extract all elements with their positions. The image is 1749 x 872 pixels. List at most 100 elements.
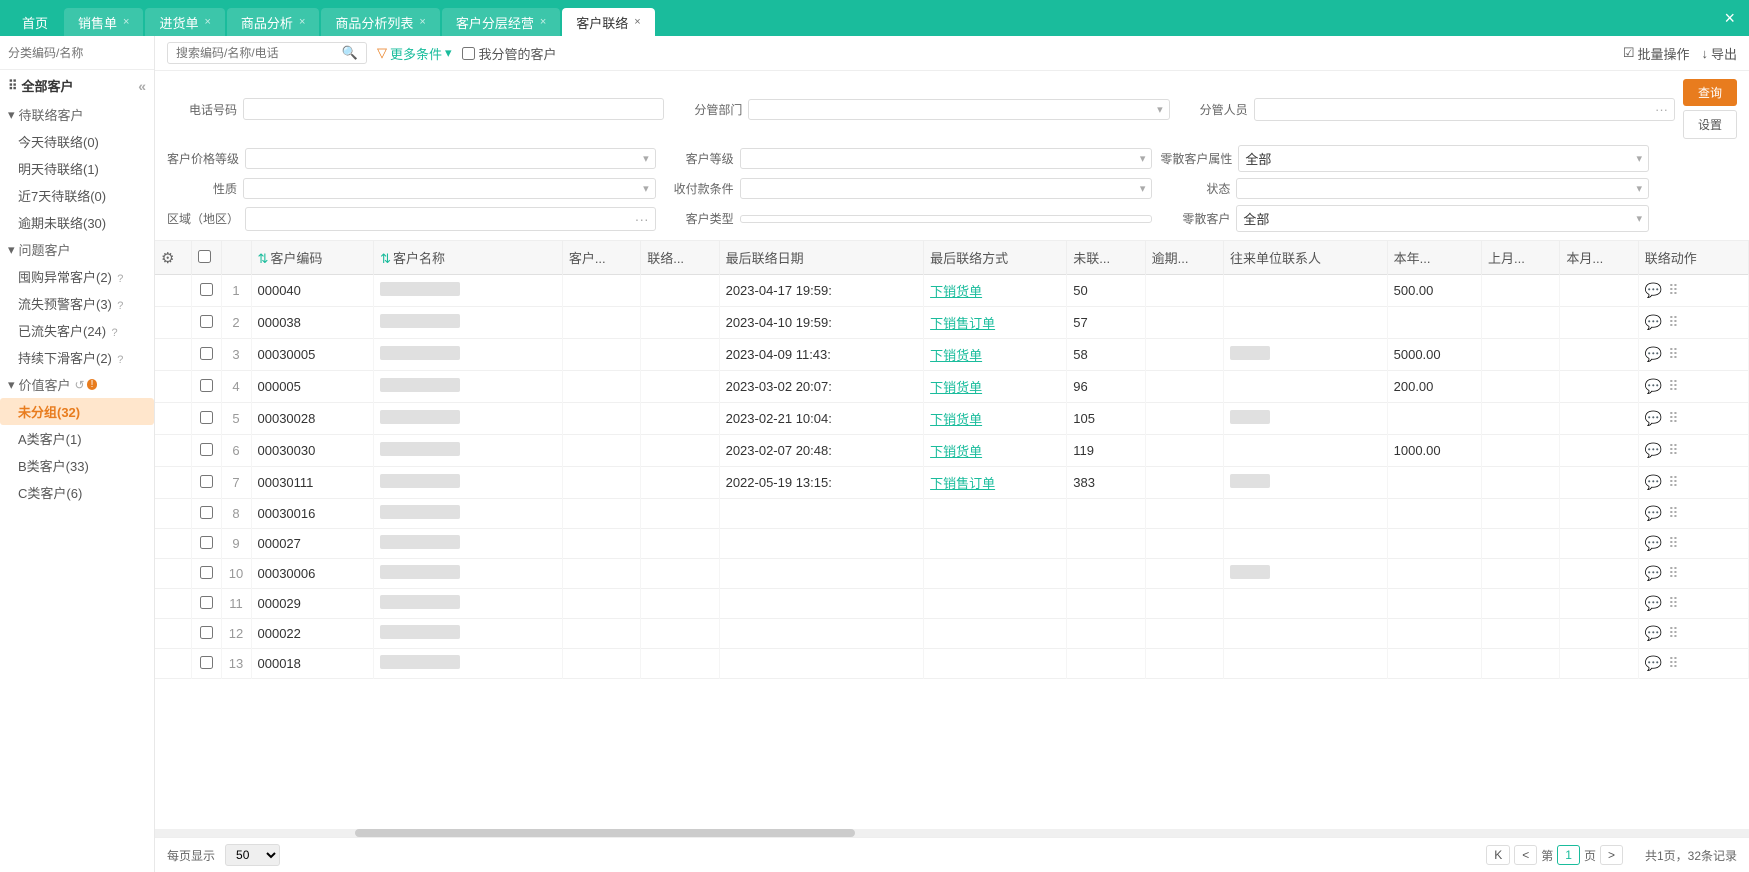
row-checkbox[interactable] <box>200 411 213 424</box>
sidebar-item-ungroup[interactable]: 未分组(32) <box>0 398 154 425</box>
sidebar-item-tomorrow-pending[interactable]: 明天待联络(1) <box>0 155 154 182</box>
row-checkbox[interactable] <box>200 315 213 328</box>
tab-customer-contact[interactable]: 客户联络 × <box>562 8 654 36</box>
chat-icon[interactable]: 💬 <box>1645 410 1662 427</box>
settings-column-header[interactable]: ⚙ <box>155 241 191 275</box>
collapse-icon[interactable]: « <box>138 78 146 94</box>
phone-input[interactable] <box>243 98 664 120</box>
price-level-select[interactable]: ▾ <box>245 148 656 169</box>
row-checkbox[interactable] <box>200 475 213 488</box>
sidebar-item-a-type[interactable]: A类客户(1) <box>0 425 154 452</box>
last-method-link[interactable]: 下销售订单 <box>930 476 995 491</box>
last-method-link[interactable]: 下销货单 <box>930 412 982 427</box>
customer-level-select[interactable]: ▾ <box>740 148 1153 169</box>
settings-icon[interactable]: ⚙ <box>161 250 174 267</box>
my-customer-checkbox[interactable] <box>462 47 475 60</box>
sidebar-item-overdue-pending[interactable]: 逾期未联络(30) <box>0 209 154 236</box>
chat-icon[interactable]: 💬 <box>1645 378 1662 395</box>
row-checkbox[interactable] <box>200 656 213 669</box>
sidebar-item-b-type[interactable]: B类客户(33) <box>0 452 154 479</box>
per-page-select[interactable]: 50 100 200 <box>225 844 280 866</box>
sidebar-item-today-pending[interactable]: 今天待联络(0) <box>0 128 154 155</box>
row-checkbox[interactable] <box>200 379 213 392</box>
tab-sales[interactable]: 销售单 × <box>64 8 143 36</box>
more-actions-icon[interactable]: ⠿ <box>1668 474 1678 491</box>
more-actions-icon[interactable]: ⠿ <box>1668 655 1678 672</box>
more-actions-icon[interactable]: ⠿ <box>1668 282 1678 299</box>
row-checkbox[interactable] <box>200 626 213 639</box>
sidebar-search-input[interactable] <box>8 46 155 60</box>
select-all-checkbox[interactable] <box>198 250 211 263</box>
chat-icon[interactable]: 💬 <box>1645 474 1662 491</box>
sort-name-icon[interactable]: ⇅ <box>380 251 391 266</box>
payment-select[interactable]: ▾ <box>740 178 1153 199</box>
customer-type-select[interactable] <box>740 215 1153 223</box>
chat-icon[interactable]: 💬 <box>1645 535 1662 552</box>
horizontal-scrollbar[interactable] <box>155 829 1749 837</box>
row-checkbox[interactable] <box>200 443 213 456</box>
sidebar-group-pending[interactable]: ▾ 待联络客户 <box>0 101 154 128</box>
row-checkbox[interactable] <box>200 566 213 579</box>
filter-search-icon[interactable]: 🔍 <box>342 45 358 61</box>
tab-home[interactable]: 首页 <box>8 8 62 36</box>
chat-icon[interactable]: 💬 <box>1645 346 1662 363</box>
batch-operation-button[interactable]: ☑ 批量操作 <box>1623 44 1690 63</box>
chat-icon[interactable]: 💬 <box>1645 625 1662 642</box>
export-button[interactable]: ↓ 导出 <box>1701 44 1737 63</box>
close-purchase-icon[interactable]: × <box>204 16 210 28</box>
close-goods-analysis-list-icon[interactable]: × <box>419 16 425 28</box>
sidebar-item-churned[interactable]: 已流失客户(24) ? <box>0 317 154 344</box>
query-button[interactable]: 查询 <box>1683 79 1737 106</box>
manager-select[interactable]: ··· <box>1254 98 1675 121</box>
scatter-customer-select[interactable]: 全部 ▾ <box>1236 205 1649 232</box>
nature-select[interactable]: ▾ <box>243 178 656 199</box>
tab-goods-analysis[interactable]: 商品分析 × <box>227 8 319 36</box>
sidebar-item-c-type[interactable]: C类客户(6) <box>0 479 154 506</box>
more-filter-button[interactable]: ▽ 更多条件 ▾ <box>377 44 452 63</box>
close-all-tabs-button[interactable]: × <box>1718 8 1741 29</box>
more-actions-icon[interactable]: ⠿ <box>1668 595 1678 612</box>
more-actions-icon[interactable]: ⠿ <box>1668 314 1678 331</box>
last-method-link[interactable]: 下销货单 <box>930 380 982 395</box>
next-page-button[interactable]: > <box>1600 845 1623 865</box>
sidebar-group-problem[interactable]: ▾ 问题客户 <box>0 236 154 263</box>
close-customer-segment-icon[interactable]: × <box>540 16 546 28</box>
close-sales-icon[interactable]: × <box>123 16 129 28</box>
last-method-link[interactable]: 下销货单 <box>930 444 982 459</box>
close-goods-analysis-icon[interactable]: × <box>299 16 305 28</box>
row-checkbox[interactable] <box>200 506 213 519</box>
chat-icon[interactable]: 💬 <box>1645 442 1662 459</box>
row-checkbox[interactable] <box>200 596 213 609</box>
sidebar-group-value[interactable]: ▾ 价值客户 ↺ ! <box>0 371 154 398</box>
more-actions-icon[interactable]: ⠿ <box>1668 410 1678 427</box>
first-page-button[interactable]: K <box>1486 845 1510 865</box>
row-checkbox[interactable] <box>200 536 213 549</box>
sort-icon[interactable]: ⇅ <box>258 251 269 266</box>
last-method-link[interactable]: 下销货单 <box>930 284 982 299</box>
chat-icon[interactable]: 💬 <box>1645 314 1662 331</box>
refresh-icon[interactable]: ↺ <box>75 378 85 392</box>
chat-icon[interactable]: 💬 <box>1645 282 1662 299</box>
row-checkbox[interactable] <box>200 347 213 360</box>
close-customer-contact-icon[interactable]: × <box>634 16 640 28</box>
sidebar-item-churn-warning[interactable]: 流失预警客户(3) ? <box>0 290 154 317</box>
scatter-attr-select[interactable]: 全部 ▾ <box>1238 145 1649 172</box>
sidebar-all-customers[interactable]: ⠿ 全部客户 « <box>0 70 154 101</box>
status-select[interactable]: ▾ <box>1236 178 1649 199</box>
more-actions-icon[interactable]: ⠿ <box>1668 442 1678 459</box>
reset-button[interactable]: 设置 <box>1683 110 1737 139</box>
more-actions-icon[interactable]: ⠿ <box>1668 378 1678 395</box>
sidebar-item-abnormal[interactable]: 囤购异常客户(2) ? <box>0 263 154 290</box>
chat-icon[interactable]: 💬 <box>1645 565 1662 582</box>
last-method-link[interactable]: 下销货单 <box>930 348 982 363</box>
more-actions-icon[interactable]: ⠿ <box>1668 505 1678 522</box>
prev-page-button[interactable]: < <box>1514 845 1537 865</box>
sidebar-item-7days-pending[interactable]: 近7天待联络(0) <box>0 182 154 209</box>
tab-purchase[interactable]: 进货单 × <box>145 8 224 36</box>
chat-icon[interactable]: 💬 <box>1645 655 1662 672</box>
last-method-link[interactable]: 下销售订单 <box>930 316 995 331</box>
more-actions-icon[interactable]: ⠿ <box>1668 346 1678 363</box>
more-actions-icon[interactable]: ⠿ <box>1668 625 1678 642</box>
region-select[interactable]: ··· <box>245 207 656 231</box>
more-actions-icon[interactable]: ⠿ <box>1668 535 1678 552</box>
